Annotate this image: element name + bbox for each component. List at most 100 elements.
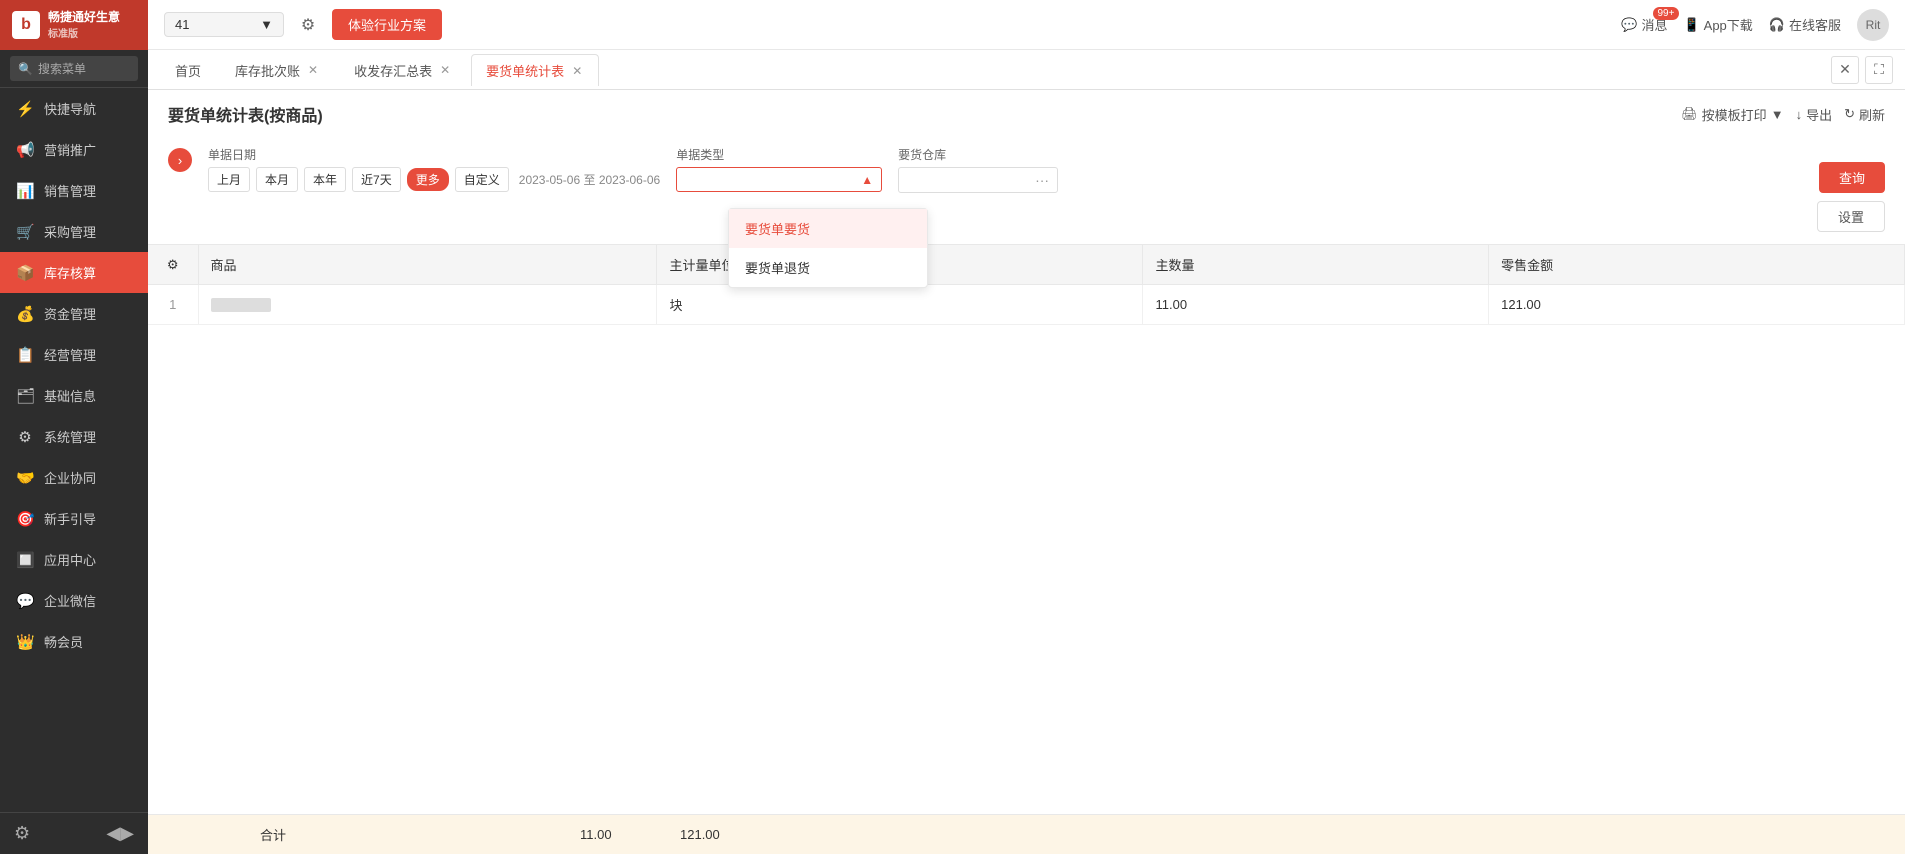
filter-settings-btn[interactable]: 设置 <box>1817 201 1885 232</box>
sidebar-item-label: 资金管理 <box>44 304 96 323</box>
settings-icon[interactable]: ⚙ <box>14 823 30 844</box>
filter-expand-btn[interactable]: › <box>168 148 192 172</box>
row-qty: 11.00 <box>1143 285 1489 325</box>
messages-btn[interactable]: 💬 消息 99+ <box>1621 15 1667 34</box>
row-unit: 块 <box>657 285 1143 325</box>
company-selector[interactable]: 41 ▼ <box>164 12 284 37</box>
dropdown-item-order-return[interactable]: 要货单退货 <box>729 248 927 287</box>
tab-receipts-summary-label: 收发存汇总表 <box>354 61 432 80</box>
filter-custom-btn[interactable]: 自定义 <box>455 167 509 192</box>
refresh-icon: ↻ <box>1844 106 1855 122</box>
sidebar-item-member[interactable]: 👑 畅会员 <box>0 621 148 662</box>
topbar: 41 ▼ ⚙ 体验行业方案 💬 消息 99+ 📱 App下载 🎧 在线客服 Ri… <box>148 0 1905 50</box>
logo-title: 畅捷通好生意 <box>48 10 120 24</box>
print-btn[interactable]: 🖨 按模板打印 ▼ <box>1681 105 1783 124</box>
online-service-btn[interactable]: 🎧 在线客服 <box>1769 15 1841 34</box>
row-index: 1 <box>148 285 198 325</box>
sidebar-item-label: 系统管理 <box>44 427 96 446</box>
col-amount: 零售金额 <box>1489 245 1905 285</box>
trial-btn[interactable]: 体验行业方案 <box>332 9 442 40</box>
sidebar-item-purchase[interactable]: 🛒 采购管理 <box>0 211 148 252</box>
tab-order-stats[interactable]: 要货单统计表 ✕ <box>471 54 599 86</box>
filter-date-label: 单据日期 <box>208 146 660 163</box>
sidebar-item-apps[interactable]: 🔲 应用中心 <box>0 539 148 580</box>
tab-receipts-summary[interactable]: 收发存汇总表 ✕ <box>339 54 467 86</box>
sidebar-item-label: 应用中心 <box>44 550 96 569</box>
app-logo: b 畅捷通好生意 标准版 <box>0 0 148 50</box>
main-content: 41 ▼ ⚙ 体验行业方案 💬 消息 99+ 📱 App下载 🎧 在线客服 Ri… <box>148 0 1905 854</box>
sidebar-item-cooperation[interactable]: 🤝 企业协同 <box>0 457 148 498</box>
tab-order-stats-close[interactable]: ✕ <box>570 64 584 78</box>
sidebar-item-label: 营销推广 <box>44 140 96 159</box>
filter-this-year-btn[interactable]: 本年 <box>304 167 346 192</box>
page-header: 要货单统计表(按商品) 🖨 按模板打印 ▼ ↓ 导出 ↻ 刷新 <box>148 90 1905 134</box>
tab-stock-batch-label: 库存批次账 <box>235 61 300 80</box>
sidebar-item-finance[interactable]: 💰 资金管理 <box>0 293 148 334</box>
wechat-icon: 💬 <box>16 592 34 610</box>
filter-date-group: 单据日期 上月 本月 本年 近7天 更多 自定义 2023-05-06 至 20… <box>208 146 660 192</box>
search-menu-label: 搜索菜单 <box>38 60 86 77</box>
export-label: 导出 <box>1806 105 1832 124</box>
page-content: 要货单统计表(按商品) 🖨 按模板打印 ▼ ↓ 导出 ↻ 刷新 › <box>148 90 1905 854</box>
tab-order-stats-label: 要货单统计表 <box>486 61 564 80</box>
footer-amount: 121.00 <box>680 827 780 842</box>
sidebar-search-area[interactable]: 🔍 搜索菜单 <box>0 50 148 88</box>
chevron-up-icon[interactable]: ▲ <box>861 173 873 187</box>
sales-icon: 📊 <box>16 182 34 200</box>
filter-this-month-btn[interactable]: 本月 <box>256 167 298 192</box>
guide-icon: 🎯 <box>16 510 34 528</box>
filter-warehouse-more-icon[interactable]: ··· <box>1035 172 1049 188</box>
tab-stock-batch-close[interactable]: ✕ <box>306 63 320 77</box>
query-btn[interactable]: 查询 <box>1819 162 1885 193</box>
operations-icon: 📋 <box>16 346 34 364</box>
topbar-gear-btn[interactable]: ⚙ <box>294 11 322 39</box>
data-table-container: ⚙ 商品 主计量单位 主数量 零售金额 1 块 11.00 <box>148 245 1905 814</box>
page-title: 要货单统计表(按商品) <box>168 102 323 126</box>
filter-type-group: 单据类型 ▲ <box>676 146 882 192</box>
tab-home[interactable]: 首页 <box>160 54 216 86</box>
sidebar-item-label: 新手引导 <box>44 509 96 528</box>
filter-type-field[interactable] <box>685 172 861 187</box>
messages-badge: 99+ <box>1653 7 1680 20</box>
filter-last7days-btn[interactable]: 近7天 <box>352 167 401 192</box>
sidebar-item-guide[interactable]: 🎯 新手引导 <box>0 498 148 539</box>
filter-warehouse-input[interactable]: ··· <box>898 167 1058 193</box>
collapse-icon[interactable]: ◀▶ <box>106 823 134 844</box>
tab-stock-batch[interactable]: 库存批次账 ✕ <box>220 54 335 86</box>
filter-date-buttons: 上月 本月 本年 近7天 更多 自定义 2023-05-06 至 2023-06… <box>208 167 660 192</box>
filter-more-btn[interactable]: 更多 <box>407 168 449 191</box>
sidebar-item-marketing[interactable]: 📢 营销推广 <box>0 129 148 170</box>
sidebar-item-system[interactable]: ⚙ 系统管理 <box>0 416 148 457</box>
avatar[interactable]: Rit <box>1857 9 1889 41</box>
sidebar-bottom: ⚙ ◀▶ <box>0 812 148 854</box>
filter-last-month-btn[interactable]: 上月 <box>208 167 250 192</box>
sidebar-item-sales[interactable]: 📊 销售管理 <box>0 170 148 211</box>
table-row: 1 块 11.00 121.00 <box>148 285 1905 325</box>
sidebar-item-quicknav[interactable]: ⚡ 快捷导航 <box>0 88 148 129</box>
refresh-btn[interactable]: ↻ 刷新 <box>1844 105 1885 124</box>
sidebar-item-inventory[interactable]: 📦 库存核算 <box>0 252 148 293</box>
purchase-icon: 🛒 <box>16 223 34 241</box>
sidebar-item-basic[interactable]: 🗂 基础信息 <box>0 375 148 416</box>
member-icon: 👑 <box>16 633 34 651</box>
tab-receipts-summary-close[interactable]: ✕ <box>438 63 452 77</box>
app-download-btn[interactable]: 📱 App下载 <box>1683 15 1752 34</box>
filter-actions: 查询 设置 <box>1817 146 1885 232</box>
tab-expand-btn[interactable]: ⛶ <box>1865 56 1893 84</box>
dropdown-item-order-goods[interactable]: 要货单要货 <box>729 209 927 248</box>
topbar-right: 💬 消息 99+ 📱 App下载 🎧 在线客服 Rit <box>1621 9 1889 41</box>
search-menu-btn[interactable]: 🔍 搜索菜单 <box>10 56 138 81</box>
apps-icon: 🔲 <box>16 551 34 569</box>
filter-type-input[interactable]: ▲ <box>676 167 882 192</box>
sidebar-item-label: 库存核算 <box>44 263 96 282</box>
footer-total-label: 合计 <box>260 825 460 844</box>
sidebar-item-operations[interactable]: 📋 经营管理 <box>0 334 148 375</box>
col-settings[interactable]: ⚙ <box>148 245 198 285</box>
export-btn[interactable]: ↓ 导出 <box>1796 105 1833 124</box>
sidebar-item-wechat[interactable]: 💬 企业微信 <box>0 580 148 621</box>
tab-close-all-btn[interactable]: ✕ <box>1831 56 1859 84</box>
tabs-bar-right: ✕ ⛶ <box>1831 56 1893 84</box>
headset-icon: 🎧 <box>1769 17 1785 33</box>
row-amount: 121.00 <box>1489 285 1905 325</box>
system-icon: ⚙ <box>16 428 34 446</box>
